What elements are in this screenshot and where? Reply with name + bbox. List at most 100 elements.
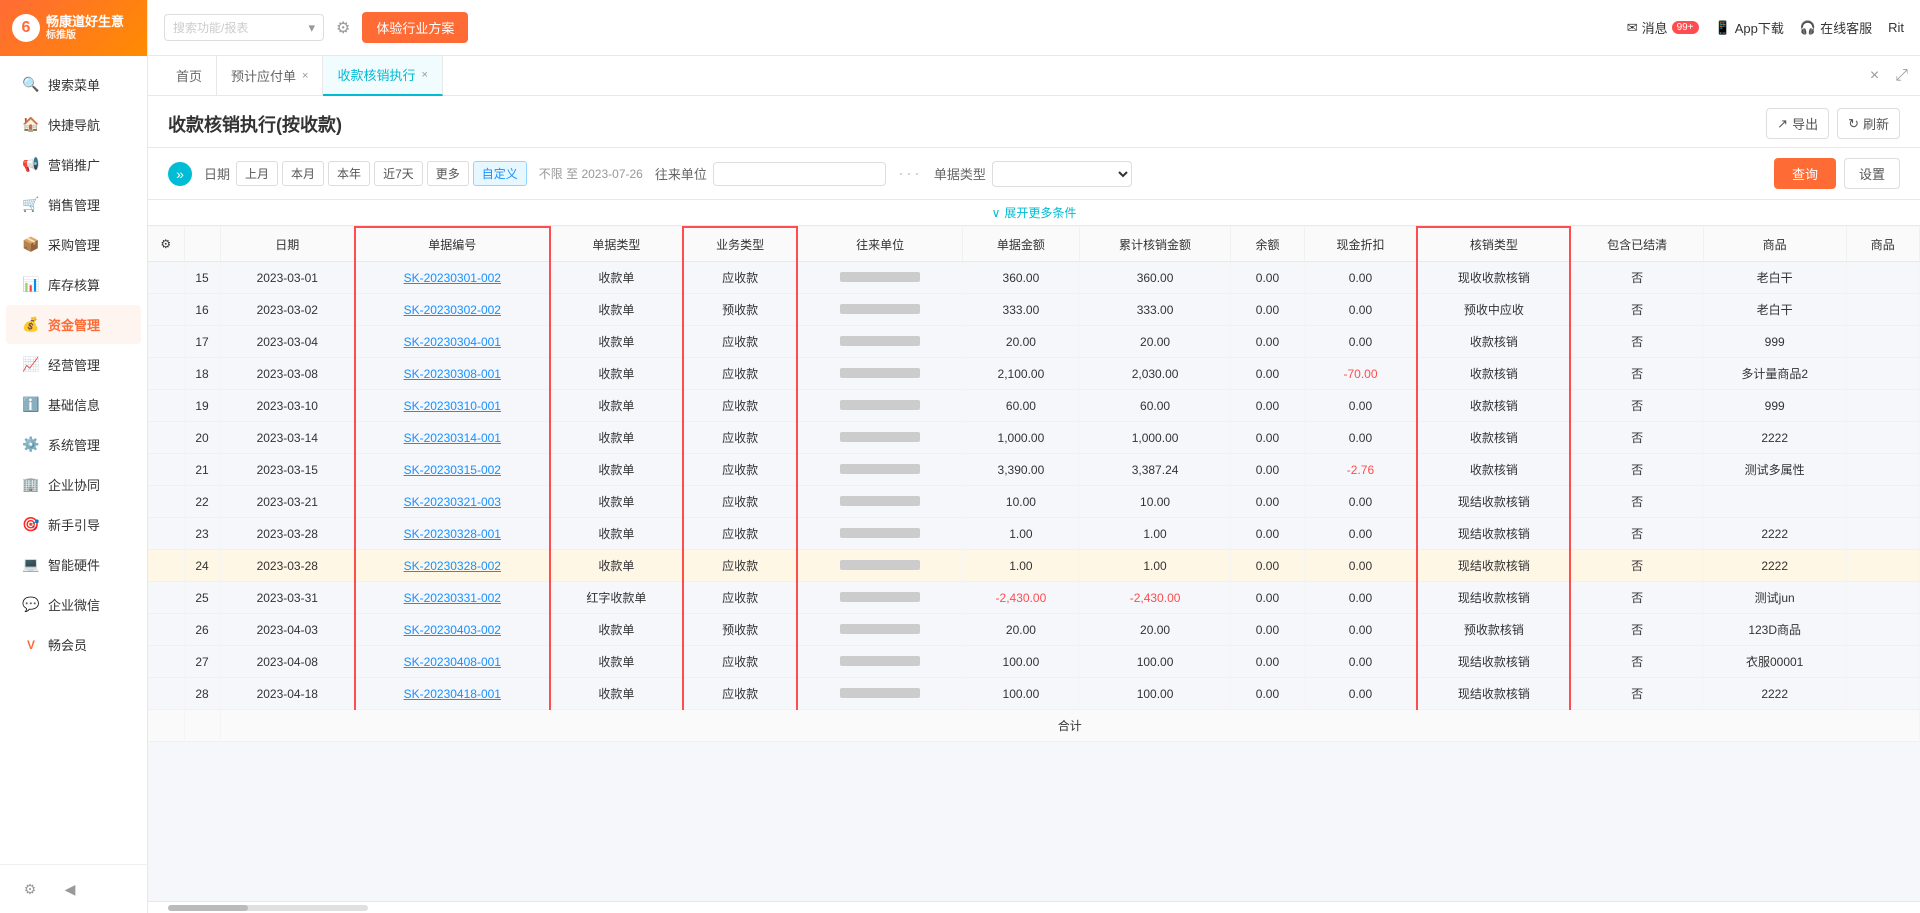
tab-collection-close[interactable]: ×	[421, 69, 427, 81]
voucher-type-select[interactable]	[992, 161, 1132, 187]
scrollbar-thumb[interactable]	[168, 905, 248, 911]
query-button[interactable]: 查询	[1774, 158, 1836, 189]
tab-window-close-btn[interactable]: ×	[1866, 63, 1883, 89]
doc-no-link[interactable]: SK-20230403-002	[404, 623, 501, 637]
date-this-month-btn[interactable]: 本月	[282, 161, 324, 186]
table-cell[interactable]: SK-20230301-002	[355, 262, 550, 294]
table-cell[interactable]: SK-20230403-002	[355, 614, 550, 646]
export-button[interactable]: ↗ 导出	[1766, 108, 1829, 139]
expand-more-btn[interactable]: ∨ 展开更多条件	[992, 204, 1077, 221]
table-cell	[148, 518, 184, 550]
table-cell	[148, 326, 184, 358]
user-avatar[interactable]: Rit	[1888, 20, 1904, 35]
table-cell: 收款核销	[1417, 326, 1570, 358]
doc-no-link[interactable]: SK-20230314-001	[404, 431, 501, 445]
table-cell: 2023-03-31	[220, 582, 355, 614]
sidebar-settings-btn[interactable]: ⚙	[16, 875, 44, 903]
doc-no-link[interactable]: SK-20230301-002	[404, 271, 501, 285]
doc-no-link[interactable]: SK-20230310-001	[404, 399, 501, 413]
topbar-gear-icon[interactable]: ⚙	[336, 18, 350, 38]
tab-window-expand-btn[interactable]: ⤢	[1891, 63, 1912, 89]
table-row: 252023-03-31SK-20230331-002红字收款单应收款-2,43…	[148, 582, 1920, 614]
sidebar-item-basicinfo[interactable]: ℹ️ 基础信息	[6, 385, 141, 424]
table-cell[interactable]: SK-20230310-001	[355, 390, 550, 422]
refresh-button[interactable]: ↻ 刷新	[1837, 108, 1900, 139]
col-header-product2: 商品	[1846, 227, 1919, 262]
table-cell[interactable]: SK-20230304-001	[355, 326, 550, 358]
doc-no-link[interactable]: SK-20230331-002	[404, 591, 501, 605]
sidebar-collapse-btn[interactable]: ◀	[56, 875, 84, 903]
table-cell[interactable]: SK-20230308-001	[355, 358, 550, 390]
topbar-function-select[interactable]: 搜索功能/报表 ▾	[164, 14, 324, 41]
sidebar-item-search[interactable]: 🔍 搜索菜单	[6, 65, 141, 104]
table-cell[interactable]: SK-20230315-002	[355, 454, 550, 486]
table-cell[interactable]: SK-20230328-002	[355, 550, 550, 582]
select-chevron-icon: ▾	[308, 20, 315, 36]
app-download-btn[interactable]: 📱 App下载	[1715, 18, 1784, 37]
table-cell	[148, 390, 184, 422]
tab-payable[interactable]: 预计应付单 ×	[217, 56, 323, 96]
date-last-month-btn[interactable]: 上月	[236, 161, 278, 186]
table-cell	[797, 422, 962, 454]
table-cell[interactable]: SK-20230418-001	[355, 678, 550, 710]
filter-collapse-btn[interactable]: »	[168, 162, 192, 186]
table-cell[interactable]: SK-20230314-001	[355, 422, 550, 454]
table-settings-gear-icon[interactable]: ⚙	[160, 237, 171, 251]
sidebar-item-wechat[interactable]: 💬 企业微信	[6, 585, 141, 624]
doc-no-link[interactable]: SK-20230302-002	[404, 303, 501, 317]
sidebar-item-marketing[interactable]: 📢 营销推广	[6, 145, 141, 184]
table-cell: 2,030.00	[1079, 358, 1231, 390]
table-cell: 收款单	[550, 646, 684, 678]
table-cell: 收款核销	[1417, 390, 1570, 422]
date-7days-btn[interactable]: 近7天	[374, 161, 423, 186]
table-cell	[148, 614, 184, 646]
sidebar-label-system: 系统管理	[48, 435, 100, 454]
sidebar-item-inventory[interactable]: 📊 库存核算	[6, 265, 141, 304]
online-service-btn[interactable]: 🎧 在线客服	[1800, 18, 1872, 37]
doc-no-link[interactable]: SK-20230408-001	[404, 655, 501, 669]
date-this-year-btn[interactable]: 本年	[328, 161, 370, 186]
sidebar-item-sales[interactable]: 🛒 销售管理	[6, 185, 141, 224]
sidebar-item-corp[interactable]: 🏢 企业协同	[6, 465, 141, 504]
table-row: 162023-03-02SK-20230302-002收款单预收款333.003…	[148, 294, 1920, 326]
logo-subtitle: 标推版	[46, 30, 124, 42]
table-cell: 2023-03-08	[220, 358, 355, 390]
doc-no-link[interactable]: SK-20230328-001	[404, 527, 501, 541]
sidebar-label-finance: 资金管理	[48, 315, 100, 334]
partner-input[interactable]	[713, 162, 886, 186]
tab-collection-exec[interactable]: 收款核销执行 ×	[323, 56, 442, 96]
solution-button[interactable]: 体验行业方案	[362, 12, 468, 43]
doc-no-link[interactable]: SK-20230304-001	[404, 335, 501, 349]
page-header-actions: ↗ 导出 ↻ 刷新	[1766, 108, 1900, 139]
col-header-seq	[184, 227, 220, 262]
table-cell	[797, 326, 962, 358]
doc-no-link[interactable]: SK-20230328-002	[404, 559, 501, 573]
table-cell	[148, 294, 184, 326]
tab-payable-close[interactable]: ×	[302, 70, 308, 82]
sidebar-item-finance[interactable]: 💰 资金管理	[6, 305, 141, 344]
sidebar-item-purchase[interactable]: 📦 采购管理	[6, 225, 141, 264]
sidebar-item-hardware[interactable]: 💻 智能硬件	[6, 545, 141, 584]
table-cell[interactable]: SK-20230321-003	[355, 486, 550, 518]
sidebar-item-system[interactable]: ⚙️ 系统管理	[6, 425, 141, 464]
date-custom-btn[interactable]: 自定义	[473, 161, 527, 186]
table-cell[interactable]: SK-20230302-002	[355, 294, 550, 326]
table-cell[interactable]: SK-20230408-001	[355, 646, 550, 678]
col-header-gear[interactable]: ⚙	[148, 227, 184, 262]
message-btn[interactable]: ✉ 消息 99+	[1627, 18, 1699, 37]
doc-no-link[interactable]: SK-20230315-002	[404, 463, 501, 477]
doc-no-link[interactable]: SK-20230418-001	[404, 687, 501, 701]
sidebar-item-business[interactable]: 📈 经营管理	[6, 345, 141, 384]
doc-no-link[interactable]: SK-20230321-003	[404, 495, 501, 509]
table-cell[interactable]: SK-20230328-001	[355, 518, 550, 550]
doc-no-link[interactable]: SK-20230308-001	[404, 367, 501, 381]
sidebar-label-wechat: 企业微信	[48, 595, 100, 614]
sidebar-item-newbie[interactable]: 🎯 新手引导	[6, 505, 141, 544]
table-cell[interactable]: SK-20230331-002	[355, 582, 550, 614]
filter-settings-button[interactable]: 设置	[1844, 158, 1900, 189]
sidebar-item-member[interactable]: V 畅会员	[6, 625, 141, 664]
sidebar-item-quicknav[interactable]: 🏠 快捷导航	[6, 105, 141, 144]
table-scrollbar[interactable]	[148, 901, 1920, 913]
date-more-btn[interactable]: 更多	[427, 161, 469, 186]
tab-home[interactable]: 首页	[156, 56, 217, 96]
